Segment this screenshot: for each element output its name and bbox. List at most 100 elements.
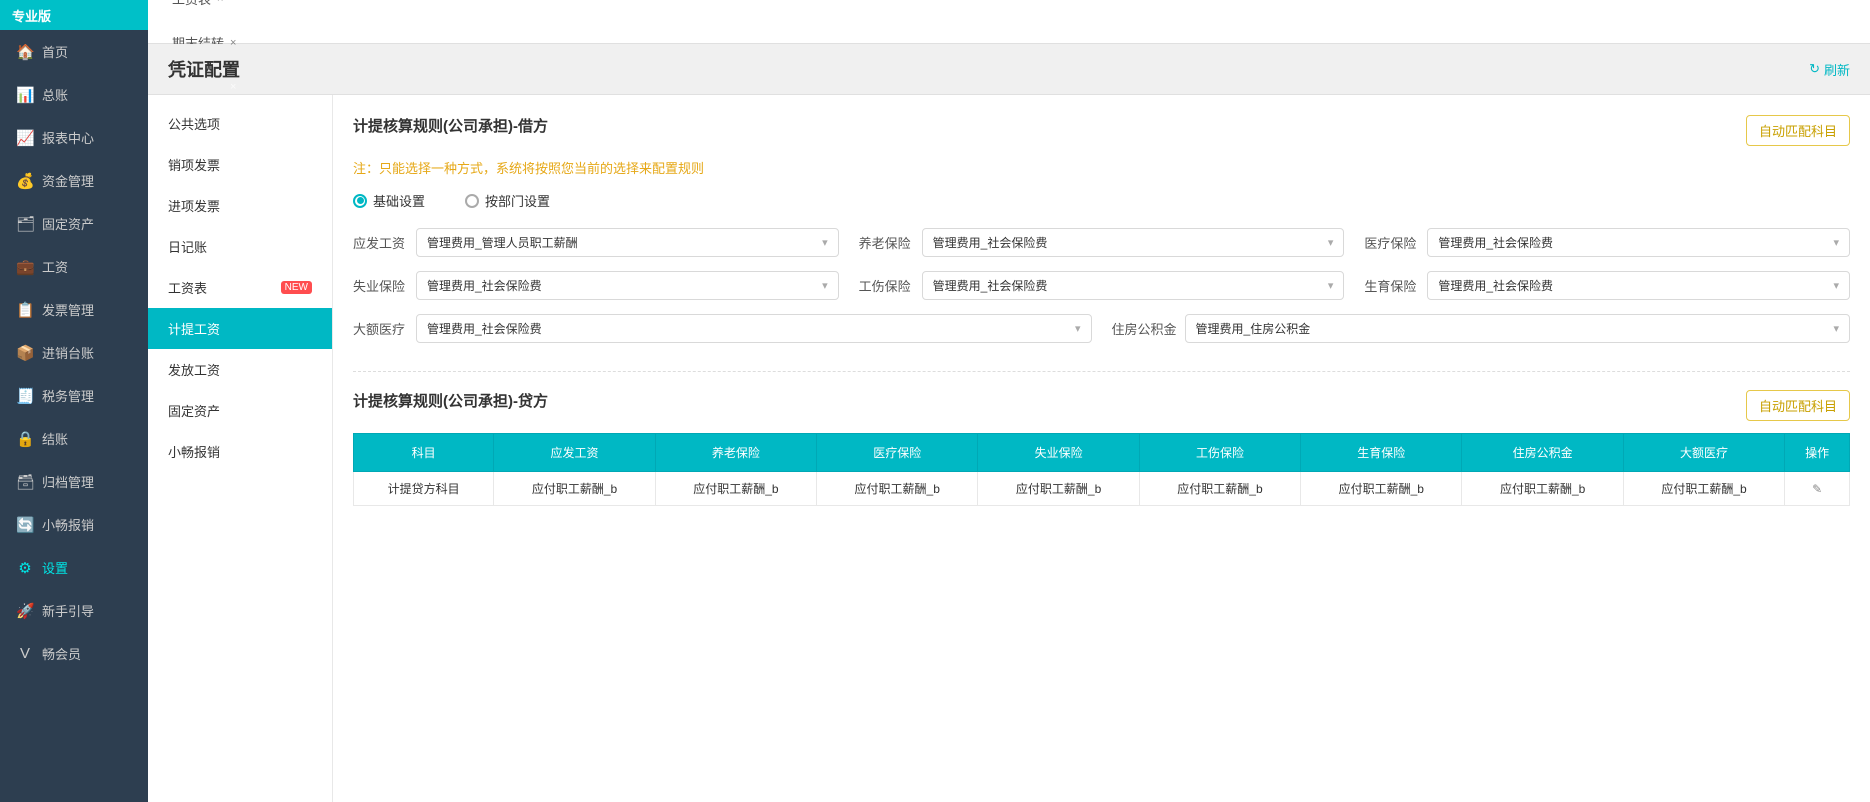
chevron-down-icon: ▾ (1075, 322, 1081, 335)
radio-basic[interactable]: 基础设置 (353, 191, 425, 210)
sidebar-item-closing[interactable]: 🔒 结账 (0, 417, 148, 460)
field-select-1-1[interactable]: 管理费用_社会保险费 ▾ (922, 271, 1345, 300)
form-field-0-0: 应发工资 管理费用_管理人员职工薪酬 ▾ (353, 228, 839, 257)
sales-icon: 📦 (16, 344, 34, 362)
leftnav-item-fixed_assets[interactable]: 固定资产 (148, 390, 332, 431)
sidebar-item-ledger[interactable]: 📊总账 (0, 73, 148, 116)
field-select-0-2[interactable]: 管理费用_社会保险费 ▾ (1427, 228, 1850, 257)
col-header-2: 养老保险 (655, 434, 816, 472)
field-select-2-1[interactable]: 管理费用_住房公积金 ▾ (1185, 314, 1850, 343)
field-label-2-0: 大额医疗 (353, 319, 408, 338)
field-value-1-0: 管理费用_社会保险费 (427, 277, 542, 294)
col-header-0: 科目 (354, 434, 494, 472)
leftnav-item-calc_payroll[interactable]: 计提工资 (148, 308, 332, 349)
field-value-0-0: 管理费用_管理人员职工薪酬 (427, 234, 578, 251)
tab-close-voucher[interactable]: × (230, 81, 236, 93)
sidebar-label-invoice: 发票管理 (42, 300, 94, 319)
cell-action-0[interactable]: ✎ (1785, 472, 1850, 506)
tab-close-payroll[interactable]: × (217, 0, 223, 5)
form-row-1: 失业保险 管理费用_社会保险费 ▾ 工伤保险 管理费用_社会保险费 ▾ 生育保险… (353, 271, 1850, 300)
form-field-2-1: 住房公积金 管理费用_住房公积金 ▾ (1112, 314, 1851, 343)
sidebar-item-archive[interactable]: 🗃归档管理 (0, 460, 148, 503)
tab-close-period[interactable]: × (230, 37, 236, 49)
closing-icon: 🔒 (16, 430, 34, 448)
main-area: 首页工资表×期末结转×凭证配置× 凭证配置 ↻ 刷新 公共选项销项发票进项发票日… (148, 0, 1870, 802)
radio-dept-label: 按部门设置 (485, 191, 550, 210)
cell-value-0-3: 应付职工薪酬_b (978, 472, 1139, 506)
radio-dept[interactable]: 按部门设置 (465, 191, 550, 210)
sidebar-item-sales[interactable]: 📦进销台账 (0, 331, 148, 374)
leftnav-item-journal[interactable]: 日记账 (148, 226, 332, 267)
field-value-0-1: 管理费用_社会保险费 (933, 234, 1048, 251)
reports-icon: 📈 (16, 129, 34, 147)
leftnav-item-distribute_payroll[interactable]: 发放工资 (148, 349, 332, 390)
form-field-1-2: 生育保险 管理费用_社会保险费 ▾ (1364, 271, 1850, 300)
field-value-2-0: 管理费用_社会保险费 (427, 320, 542, 337)
sidebar-item-invoice[interactable]: 📋发票管理 (0, 288, 148, 331)
field-select-0-1[interactable]: 管理费用_社会保险费 ▾ (922, 228, 1345, 257)
credit-table-body: 计提贷方科目应付职工薪酬_b应付职工薪酬_b应付职工薪酬_b应付职工薪酬_b应付… (354, 472, 1850, 506)
sidebar-label-guide: 新手引导 (42, 601, 94, 620)
sidebar-item-settings[interactable]: ⚙设置 (0, 546, 148, 589)
field-label-0-0: 应发工资 (353, 233, 408, 252)
chevron-down-icon: ▾ (1328, 236, 1334, 249)
leftnav-label-public: 公共选项 (168, 114, 220, 133)
ledger-icon: 📊 (16, 86, 34, 104)
sidebar-label-home: 首页 (42, 42, 68, 61)
sidebar-label-payroll: 工资 (42, 257, 68, 276)
sidebar-label-reports: 报表中心 (42, 128, 94, 147)
field-select-1-0[interactable]: 管理费用_社会保险费 ▾ (416, 271, 839, 300)
sidebar-item-funds[interactable]: 💰资金管理 (0, 159, 148, 202)
auto-match-credit-button[interactable]: 自动匹配科目 (1746, 390, 1850, 421)
cell-value-0-6: 应付职工薪酬_b (1462, 472, 1623, 506)
sidebar-item-payroll[interactable]: 💼工资 (0, 245, 148, 288)
left-nav: 公共选项销项发票进项发票日记账工资表NEW 计提工资发放工资固定资产小畅报销 (148, 95, 333, 802)
field-label-2-1: 住房公积金 (1112, 319, 1177, 338)
leftnav-label-distribute_payroll: 发放工资 (168, 360, 220, 379)
edit-icon[interactable]: ✎ (1812, 482, 1822, 496)
chevron-down-icon: ▾ (1833, 322, 1839, 335)
sidebar-item-reports[interactable]: 📈 报表中心 (0, 116, 148, 159)
field-label-1-2: 生育保险 (1364, 276, 1419, 295)
sidebar-item-home[interactable]: 🏠首页 (0, 30, 148, 73)
cell-value-0-2: 应付职工薪酬_b (817, 472, 978, 506)
auto-match-debit-button[interactable]: 自动匹配科目 (1746, 115, 1850, 146)
member-icon: V (16, 645, 34, 662)
sidebar-item-guide[interactable]: 🚀新手引导 (0, 589, 148, 632)
sidebar-label-closing: 结账 (42, 429, 68, 448)
sidebar-item-assets[interactable]: 🗂固定资产 (0, 202, 148, 245)
section-divider (353, 371, 1850, 372)
field-select-2-0[interactable]: 管理费用_社会保险费 ▾ (416, 314, 1092, 343)
sidebar-item-member[interactable]: V畅会员 (0, 632, 148, 675)
field-value-0-2: 管理费用_社会保险费 (1438, 234, 1553, 251)
radio-basic-circle (353, 194, 367, 208)
chevron-down-icon: ▾ (1328, 279, 1334, 292)
col-header-8: 大额医疗 (1623, 434, 1784, 472)
funds-icon: 💰 (16, 172, 34, 190)
col-header-5: 工伤保险 (1139, 434, 1300, 472)
col-header-3: 医疗保险 (817, 434, 978, 472)
cell-value-0-1: 应付职工薪酬_b (655, 472, 816, 506)
leftnav-label-payroll_table: 工资表 (168, 278, 207, 297)
sidebar-item-tax[interactable]: 🧾税务管理 (0, 374, 148, 417)
assets-icon: 🗂 (16, 215, 34, 233)
tab-label-payroll: 工资表 (172, 0, 211, 8)
section-debit-header: 计提核算规则(公司承担)-借方 自动匹配科目 (353, 115, 1850, 146)
leftnav-item-payroll_table[interactable]: 工资表NEW (148, 267, 332, 308)
leftnav-item-sales_invoice[interactable]: 销项发票 (148, 144, 332, 185)
page-title: 凭证配置 (168, 56, 240, 82)
leftnav-label-calc_payroll: 计提工资 (168, 319, 220, 338)
field-select-1-2[interactable]: 管理费用_社会保险费 ▾ (1427, 271, 1850, 300)
section-credit-title: 计提核算规则(公司承担)-贷方 (353, 390, 548, 411)
leftnav-item-public[interactable]: 公共选项 (148, 103, 332, 144)
radio-basic-label: 基础设置 (373, 191, 425, 210)
form-row-2: 大额医疗 管理费用_社会保险费 ▾ 住房公积金 管理费用_住房公积金 ▾ (353, 314, 1850, 343)
sidebar-item-xiaochang[interactable]: 🔄小畅报销 (0, 503, 148, 546)
refresh-button[interactable]: ↻ 刷新 (1809, 60, 1850, 79)
form-row-0: 应发工资 管理费用_管理人员职工薪酬 ▾ 养老保险 管理费用_社会保险费 ▾ 医… (353, 228, 1850, 257)
col-header-7: 住房公积金 (1462, 434, 1623, 472)
leftnav-item-purchase_invoice[interactable]: 进项发票 (148, 185, 332, 226)
leftnav-item-xiaochang_expense[interactable]: 小畅报销 (148, 431, 332, 472)
field-select-0-0[interactable]: 管理费用_管理人员职工薪酬 ▾ (416, 228, 839, 257)
tab-payroll[interactable]: 工资表 × (156, 0, 252, 22)
